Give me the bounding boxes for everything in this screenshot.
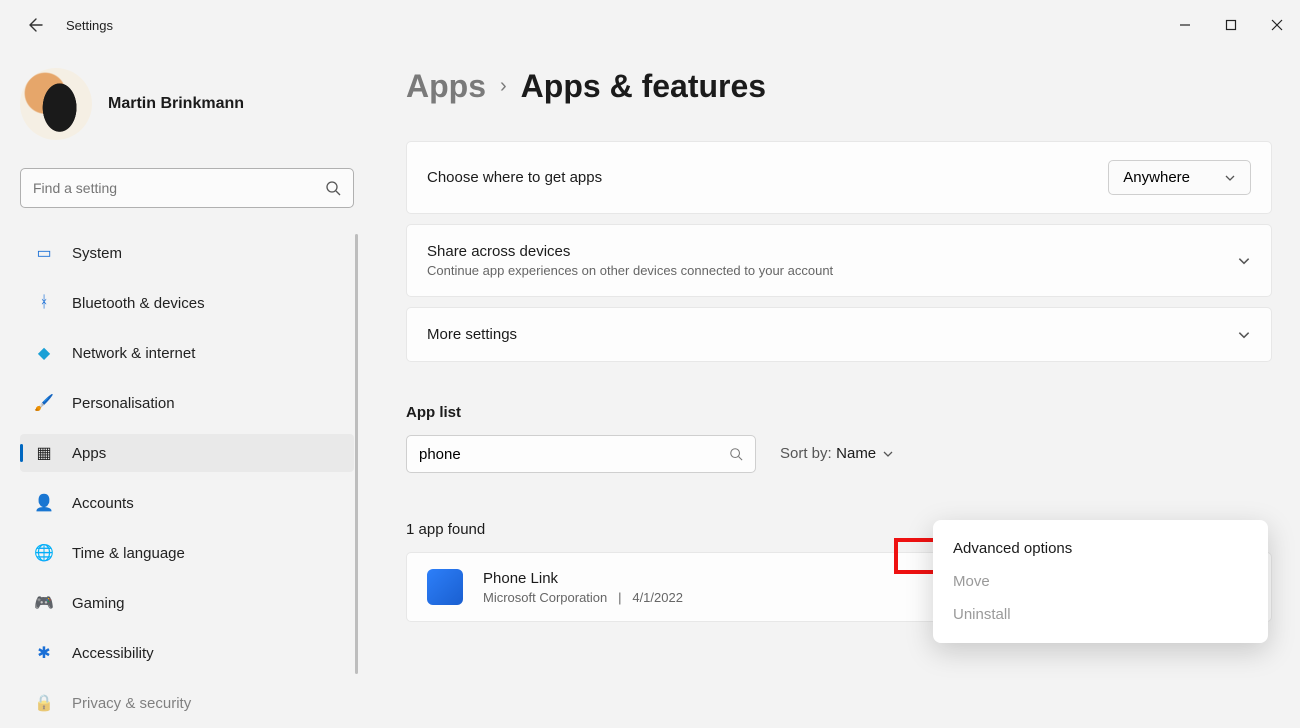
- menu-item-advanced-options[interactable]: Advanced options: [933, 532, 1268, 565]
- card-choose-where: Choose where to get apps Anywhere: [406, 141, 1272, 214]
- lock-icon: 🔒: [34, 693, 54, 713]
- chevron-right-icon: ›: [500, 75, 507, 98]
- arrow-left-icon: [28, 17, 44, 33]
- back-button[interactable]: [20, 9, 52, 41]
- window-controls: [1162, 9, 1300, 41]
- sidebar-item-accounts[interactable]: 👤 Accounts: [20, 484, 354, 522]
- chevron-down-icon: [1224, 172, 1236, 184]
- card-more-settings[interactable]: More settings: [406, 307, 1272, 362]
- find-setting-search[interactable]: [20, 168, 354, 208]
- maximize-icon: [1225, 19, 1237, 31]
- sort-label: Sort by:: [780, 445, 832, 462]
- card-title: Share across devices: [427, 243, 833, 260]
- sidebar-item-label: Time & language: [72, 545, 185, 562]
- sidebar: Martin Brinkmann ▭ System ᚼ Bluetooth & de…: [0, 50, 370, 728]
- breadcrumb: Apps › Apps & features: [406, 68, 1272, 105]
- bluetooth-icon: ᚼ: [34, 293, 54, 313]
- dropdown-value: Anywhere: [1123, 169, 1190, 186]
- app-publisher: Microsoft Corporation | 4/1/2022: [483, 590, 683, 605]
- sidebar-item-system[interactable]: ▭ System: [20, 234, 354, 272]
- user-name: Martin Brinkmann: [108, 95, 244, 113]
- apps-icon: ▦: [34, 443, 54, 463]
- chevron-down-icon: [1237, 254, 1251, 268]
- breadcrumb-parent[interactable]: Apps: [406, 68, 486, 105]
- window-title: Settings: [66, 18, 113, 33]
- sidebar-item-bluetooth[interactable]: ᚼ Bluetooth & devices: [20, 284, 354, 322]
- context-menu: Advanced options Move Uninstall: [933, 520, 1268, 643]
- sidebar-item-accessibility[interactable]: ✱ Accessibility: [20, 634, 354, 672]
- app-search[interactable]: [406, 435, 756, 473]
- sort-value[interactable]: Name: [836, 445, 894, 462]
- avatar: [20, 68, 92, 140]
- close-icon: [1271, 19, 1283, 31]
- gamepad-icon: 🎮: [34, 593, 54, 613]
- choose-where-dropdown[interactable]: Anywhere: [1108, 160, 1251, 195]
- scrollbar[interactable]: [355, 234, 358, 674]
- sidebar-item-label: Accounts: [72, 495, 134, 512]
- list-controls: Sort by: Name: [406, 435, 1272, 473]
- card-share-devices[interactable]: Share across devices Continue app experi…: [406, 224, 1272, 297]
- chevron-down-icon: [882, 448, 894, 460]
- minimize-icon: [1179, 19, 1191, 31]
- titlebar: Settings: [0, 0, 1300, 50]
- sidebar-item-label: Privacy & security: [72, 695, 191, 712]
- card-title: More settings: [427, 326, 517, 343]
- clock-icon: 🌐: [34, 543, 54, 563]
- network-icon: ◆: [34, 343, 54, 363]
- sidebar-item-label: Bluetooth & devices: [72, 295, 205, 312]
- sidebar-item-label: Gaming: [72, 595, 125, 612]
- app-name: Phone Link: [483, 570, 683, 587]
- nav: ▭ System ᚼ Bluetooth & devices ◆ Network & …: [20, 234, 354, 722]
- app-search-input[interactable]: [419, 446, 729, 463]
- chevron-down-icon: [1237, 328, 1251, 342]
- find-setting-input[interactable]: [33, 180, 325, 196]
- card-title: Choose where to get apps: [427, 169, 602, 186]
- sidebar-item-privacy[interactable]: 🔒 Privacy & security: [20, 684, 354, 722]
- user-profile[interactable]: Martin Brinkmann: [20, 68, 354, 140]
- sidebar-item-apps[interactable]: ▦ Apps: [20, 434, 354, 472]
- main-content: Apps › Apps & features Choose where to g…: [370, 50, 1300, 728]
- phone-link-icon: [427, 569, 463, 605]
- sidebar-item-gaming[interactable]: 🎮 Gaming: [20, 584, 354, 622]
- accounts-icon: 👤: [34, 493, 54, 513]
- sidebar-item-time-language[interactable]: 🌐 Time & language: [20, 534, 354, 572]
- page-title: Apps & features: [521, 68, 766, 105]
- menu-item-move: Move: [933, 565, 1268, 598]
- search-icon: [729, 447, 743, 461]
- minimize-button[interactable]: [1162, 9, 1208, 41]
- accessibility-icon: ✱: [34, 643, 54, 663]
- sidebar-item-label: Accessibility: [72, 645, 154, 662]
- search-icon: [325, 180, 341, 196]
- system-icon: ▭: [34, 243, 54, 263]
- sidebar-item-network[interactable]: ◆ Network & internet: [20, 334, 354, 372]
- menu-item-uninstall: Uninstall: [933, 598, 1268, 631]
- sort-control[interactable]: Sort by: Name: [780, 445, 894, 463]
- close-button[interactable]: [1254, 9, 1300, 41]
- card-subtitle: Continue app experiences on other device…: [427, 263, 833, 278]
- sidebar-item-label: System: [72, 245, 122, 262]
- brush-icon: 🖌️: [34, 393, 54, 413]
- sidebar-item-personalisation[interactable]: 🖌️ Personalisation: [20, 384, 354, 422]
- sidebar-item-label: Personalisation: [72, 395, 175, 412]
- app-list-label: App list: [406, 404, 1272, 421]
- sidebar-item-label: Apps: [72, 445, 106, 462]
- maximize-button[interactable]: [1208, 9, 1254, 41]
- sidebar-item-label: Network & internet: [72, 345, 195, 362]
